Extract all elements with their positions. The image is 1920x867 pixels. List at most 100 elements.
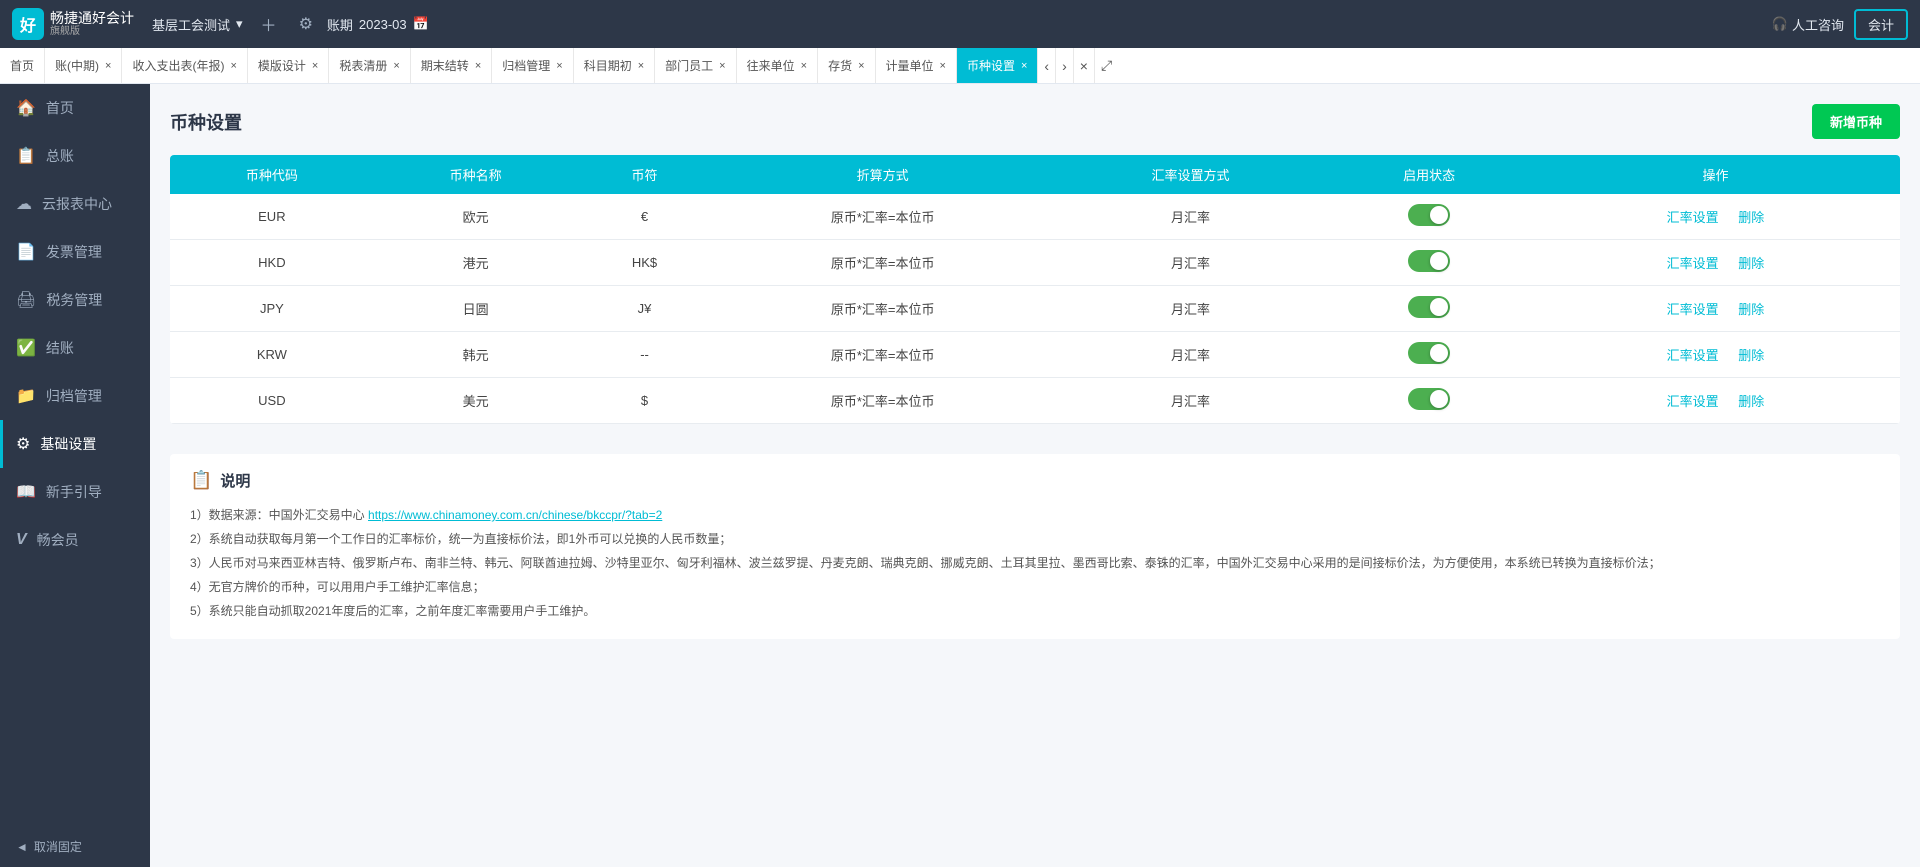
new-currency-btn[interactable]: 新增币种 [1812, 104, 1900, 139]
sidebar-item-member[interactable]: V 畅会员 [0, 516, 150, 564]
toggle-switch-eur[interactable] [1408, 204, 1450, 226]
delete-link[interactable]: 删除 [1738, 348, 1764, 363]
support-button[interactable]: 🎧 人工咨询 [1772, 15, 1844, 34]
tab-next-btn[interactable]: › [1056, 48, 1074, 83]
settings-icon: ⚙ [16, 434, 30, 454]
note-section: 📋 说明 1）数据来源：中国外汇交易中心 https://www.chinamo… [170, 454, 1900, 639]
tab-tax[interactable]: 税表清册 × [329, 48, 410, 83]
table-row: JPY 日圆 J¥ 原币*汇率=本位币 月汇率 汇率设置 删除 [170, 286, 1900, 332]
tab-currency-close[interactable]: × [1021, 60, 1027, 72]
sidebar-item-archive[interactable]: 📁 归档管理 [0, 372, 150, 420]
sidebar-guide-label: 新手引导 [46, 482, 102, 502]
tab-units-close[interactable]: × [940, 60, 946, 72]
cell-actions: 汇率设置 删除 [1531, 240, 1900, 286]
tab-archive[interactable]: 归档管理 × [492, 48, 573, 83]
note-icon: 📋 [190, 470, 212, 491]
table-row: HKD 港元 HK$ 原币*汇率=本位币 月汇率 汇率设置 删除 [170, 240, 1900, 286]
tab-period-close-x[interactable]: × [475, 60, 481, 72]
period-info: 账期 2023-03 📅 [327, 15, 429, 34]
tab-subjects-close[interactable]: × [638, 60, 644, 72]
invoice-icon: 📄 [16, 242, 36, 262]
cell-status [1327, 286, 1531, 332]
sidebar-item-ledger[interactable]: 📋 总账 [0, 132, 150, 180]
tab-template-close[interactable]: × [312, 60, 318, 72]
rate-setting-link[interactable]: 汇率设置 [1667, 210, 1719, 225]
tab-contacts[interactable]: 往来单位 × [737, 48, 818, 83]
settings-gear-icon[interactable]: ⚙ [295, 14, 317, 34]
col-code: 币种代码 [170, 155, 374, 194]
sidebar-unpin-btn[interactable]: ◄ 取消固定 [0, 826, 150, 867]
toggle-switch-usd[interactable] [1408, 388, 1450, 410]
rate-setting-link[interactable]: 汇率设置 [1667, 302, 1719, 317]
tab-bar: 首页 账(中期) × 收入支出表(年报) × 模版设计 × 税表清册 × 期末结… [0, 48, 1920, 84]
page-title: 币种设置 [170, 109, 242, 135]
project-selector[interactable]: 基层工会测试 ▾ [152, 15, 243, 34]
tab-subjects[interactable]: 科目期初 × [574, 48, 655, 83]
tab-dept[interactable]: 部门员工 × [655, 48, 736, 83]
tab-tax-close[interactable]: × [393, 60, 399, 72]
tab-tax-label: 税表清册 [339, 57, 387, 74]
tab-home-label: 首页 [10, 57, 34, 74]
tab-income-close[interactable]: × [230, 60, 236, 72]
toggle-switch-krw[interactable] [1408, 342, 1450, 364]
tab-inventory[interactable]: 存货 × [818, 48, 875, 83]
rate-setting-link[interactable]: 汇率设置 [1667, 348, 1719, 363]
account-button[interactable]: 会计 [1854, 9, 1908, 40]
sidebar-item-guide[interactable]: 📖 新手引导 [0, 468, 150, 516]
period-label: 账期 [327, 15, 353, 34]
cell-status [1327, 378, 1531, 424]
cell-symbol: HK$ [578, 240, 712, 286]
tab-template[interactable]: 模版设计 × [248, 48, 329, 83]
tab-inventory-label: 存货 [828, 57, 852, 74]
delete-link[interactable]: 删除 [1738, 256, 1764, 271]
cell-method: 原币*汇率=本位币 [712, 194, 1054, 240]
tab-inventory-close[interactable]: × [858, 60, 864, 72]
delete-link[interactable]: 删除 [1738, 394, 1764, 409]
tab-currency[interactable]: 币种设置 × [957, 48, 1038, 83]
delete-link[interactable]: 删除 [1738, 210, 1764, 225]
table-row: USD 美元 $ 原币*汇率=本位币 月汇率 汇率设置 删除 [170, 378, 1900, 424]
tab-currency-label: 币种设置 [967, 57, 1015, 74]
tab-home[interactable]: 首页 [0, 48, 45, 83]
toggle-switch-jpy[interactable] [1408, 296, 1450, 318]
note-item: 5）系统只能自动抓取2021年度后的汇率，之前年度汇率需要用户手工维护。 [190, 599, 1880, 623]
rate-setting-link[interactable]: 汇率设置 [1667, 256, 1719, 271]
delete-link[interactable]: 删除 [1738, 302, 1764, 317]
sidebar-home-label: 首页 [46, 98, 74, 118]
sidebar-item-settings[interactable]: ⚙ 基础设置 [0, 420, 150, 468]
add-project-btn[interactable]: ＋ [253, 12, 285, 36]
sidebar-item-home[interactable]: 🏠 首页 [0, 84, 150, 132]
cloud-icon: ☁ [16, 194, 32, 214]
tab-period-close[interactable]: 期末结转 × [411, 48, 492, 83]
note-item: 4）无官方牌价的币种，可以用用户手工维护汇率信息； [190, 575, 1880, 599]
tab-units[interactable]: 计量单位 × [876, 48, 957, 83]
tab-prev-btn[interactable]: ‹ [1038, 48, 1056, 83]
tab-archive-close[interactable]: × [556, 60, 562, 72]
sidebar-archive-label: 归档管理 [46, 386, 102, 406]
tab-ledger[interactable]: 账(中期) × [45, 48, 122, 83]
cell-symbol: $ [578, 378, 712, 424]
cell-status [1327, 194, 1531, 240]
note-link[interactable]: https://www.chinamoney.com.cn/chinese/bk… [368, 508, 662, 522]
tab-income[interactable]: 收入支出表(年报) × [122, 48, 247, 83]
top-bar: 好 畅捷通好会计 旗舰版 基层工会测试 ▾ ＋ ⚙ 账期 2023-03 📅 🎧… [0, 0, 1920, 48]
sidebar-item-tax[interactable]: 🖨 税务管理 [0, 276, 150, 324]
cell-status [1327, 240, 1531, 286]
tab-ledger-close[interactable]: × [105, 60, 111, 72]
sidebar-item-checkout[interactable]: ✅ 结账 [0, 324, 150, 372]
tab-contacts-close[interactable]: × [801, 60, 807, 72]
home-icon: 🏠 [16, 98, 36, 118]
cell-code: USD [170, 378, 374, 424]
tab-close-all-btn[interactable]: × [1074, 48, 1095, 83]
note-item: 1）数据来源：中国外汇交易中心 https://www.chinamoney.c… [190, 503, 1880, 527]
toggle-switch-hkd[interactable] [1408, 250, 1450, 272]
tab-dept-close[interactable]: × [719, 60, 725, 72]
period-value: 2023-03 [359, 17, 407, 32]
calendar-icon[interactable]: 📅 [413, 16, 429, 32]
sidebar-item-cloud[interactable]: ☁ 云报表中心 [0, 180, 150, 228]
rate-setting-link[interactable]: 汇率设置 [1667, 394, 1719, 409]
sidebar-checkout-label: 结账 [46, 338, 74, 358]
headset-icon: 🎧 [1772, 16, 1788, 32]
sidebar-item-invoice[interactable]: 📄 发票管理 [0, 228, 150, 276]
tab-expand-btn[interactable]: ⤢ [1095, 48, 1118, 83]
